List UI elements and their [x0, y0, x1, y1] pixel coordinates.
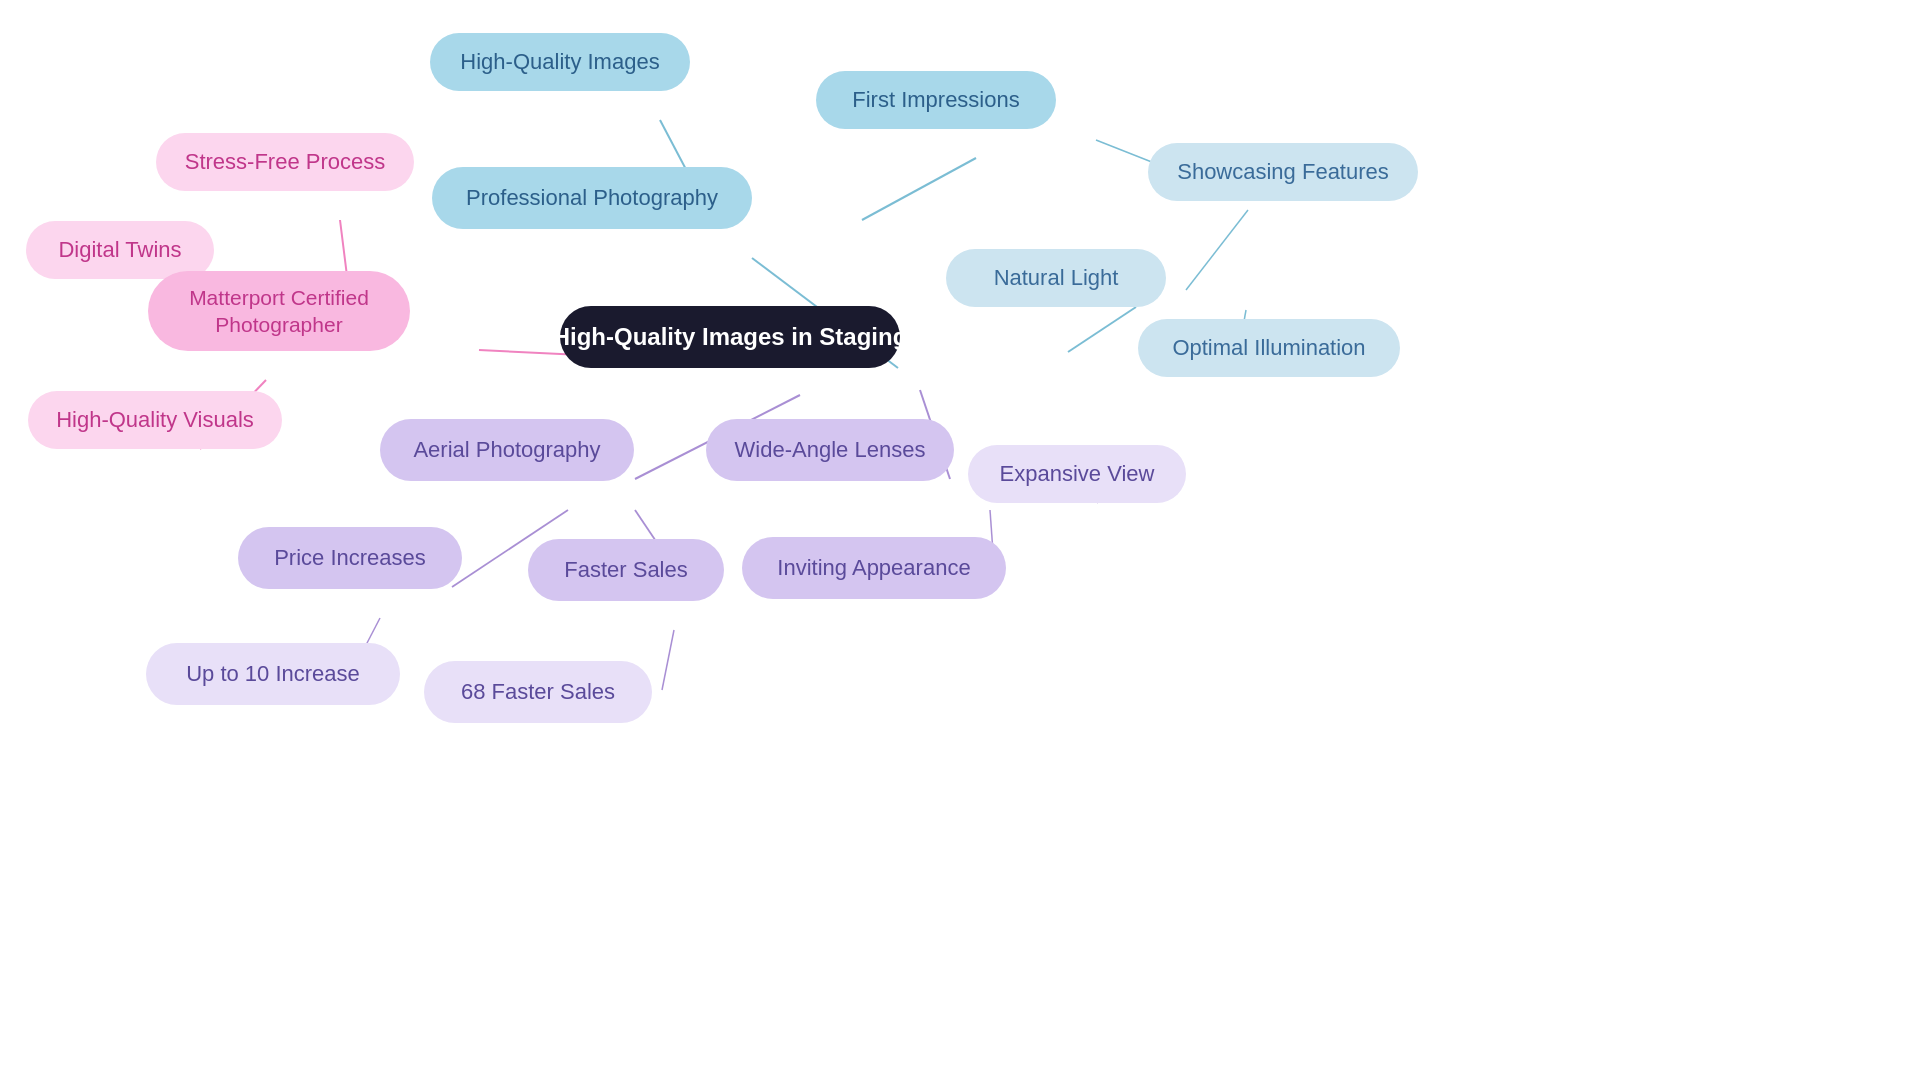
center-node: High-Quality Images in Staging	[560, 306, 900, 368]
natural-light-node: Natural Light	[946, 249, 1166, 307]
showcasing-features-node: Showcasing Features	[1148, 143, 1418, 201]
wide-angle-node: Wide-Angle Lenses	[706, 419, 954, 481]
high-quality-images-node: High-Quality Images	[430, 33, 690, 91]
matterport-label: Matterport Certified Photographer	[189, 284, 369, 339]
matterport-node: Matterport Certified Photographer	[148, 271, 410, 351]
inviting-appearance-node: Inviting Appearance	[742, 537, 1006, 599]
high-quality-visuals-node: High-Quality Visuals	[28, 391, 282, 449]
expansive-view-node: Expansive View	[968, 445, 1186, 503]
svg-line-2	[862, 158, 976, 220]
stress-free-node: Stress-Free Process	[156, 133, 414, 191]
up-to-10-node: Up to 10 Increase	[146, 643, 400, 705]
professional-photography-node: Professional Photography	[432, 167, 752, 229]
price-increases-node: Price Increases	[238, 527, 462, 589]
svg-line-15	[662, 630, 674, 690]
faster-sales-node: Faster Sales	[528, 539, 724, 601]
aerial-photography-node: Aerial Photography	[380, 419, 634, 481]
68-faster-sales-node: 68 Faster Sales	[424, 661, 652, 723]
optimal-illumination-node: Optimal Illumination	[1138, 319, 1400, 377]
svg-line-5	[1186, 210, 1248, 290]
first-impressions-node: First Impressions	[816, 71, 1056, 129]
svg-line-4	[1068, 307, 1136, 352]
